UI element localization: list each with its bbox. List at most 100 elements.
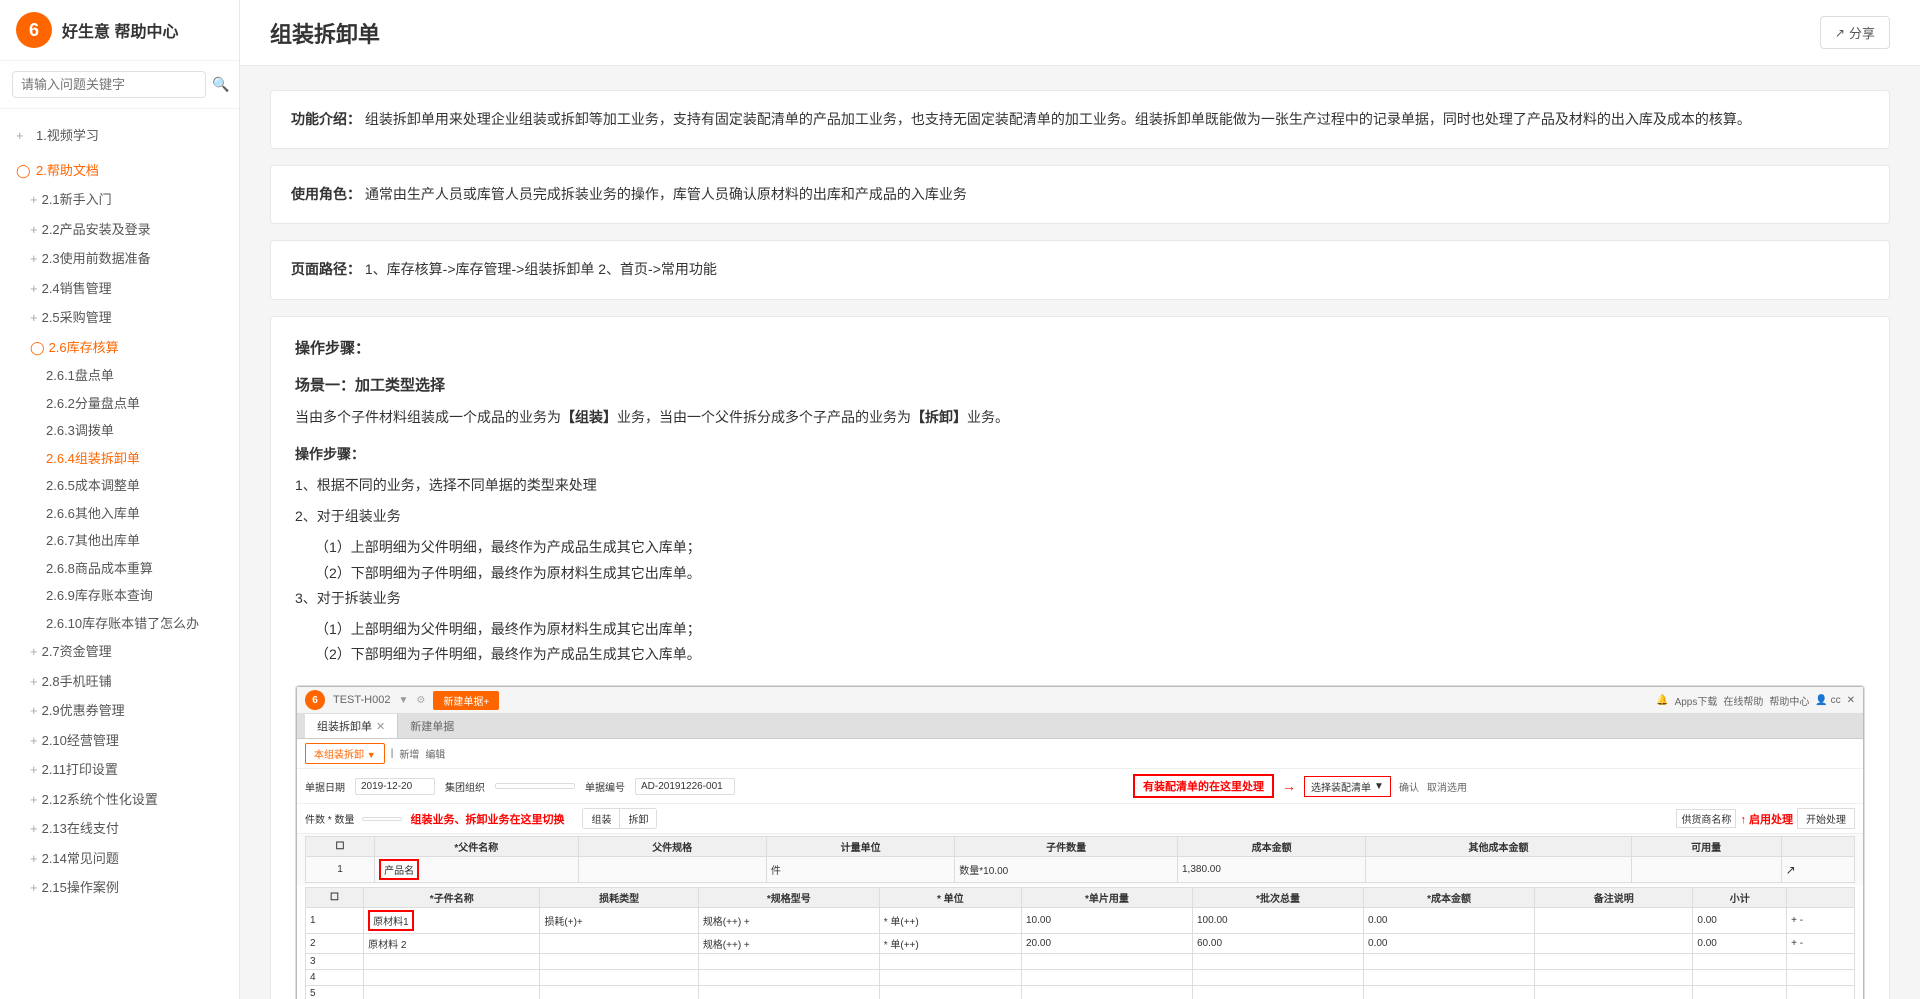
sim-lcell-sub-1: 0.00	[1693, 908, 1787, 934]
sim-qty-field[interactable]	[362, 817, 402, 821]
share-button[interactable]: ↗ 分享	[1820, 16, 1890, 49]
step1: 1、根据不同的业务，选择不同单据的类型来处理	[295, 473, 1865, 498]
sidebar-item-account-error[interactable]: 2.6.10库存账本错了怎么办	[46, 610, 239, 638]
sidebar-item-print[interactable]: +2.11打印设置	[30, 755, 239, 785]
sidebar-item-video[interactable]: + 1.视频学习	[0, 119, 239, 150]
sim-btn-confirm-bom[interactable]: 确认	[1399, 779, 1419, 794]
sim-type-disassembly[interactable]: 拆卸	[620, 809, 656, 828]
app-title: 好生意 帮助中心	[62, 18, 178, 42]
sim-th-cost2: 其他成本金额	[1366, 837, 1631, 857]
sim-logo: 6	[305, 690, 325, 710]
sim-lth-subtotal: 小计	[1693, 888, 1787, 908]
sidebar-item-faq[interactable]: +2.14常见问题	[30, 844, 239, 874]
sim-tab-assembly[interactable]: 组装拆卸单 ✕	[305, 714, 398, 738]
sidebar-item-purchase[interactable]: +2.5采购管理	[30, 303, 239, 333]
sidebar-item-online-pay[interactable]: +2.13在线支付	[30, 814, 239, 844]
sim-dropdown-icon: ▼	[398, 695, 408, 706]
sim-btn-assembly-type[interactable]: 本组装拆卸 ▼	[305, 743, 385, 764]
annotation-has-bom: 有装配清单的在这里处理	[1133, 774, 1274, 798]
sidebar-item-mobile[interactable]: +2.8手机旺铺	[30, 667, 239, 697]
sim-child-name-highlight[interactable]: 原材料1	[368, 910, 414, 931]
sidebar-item-finance[interactable]: +2.7资金管理	[30, 637, 239, 667]
sim-label-date: 单据日期	[305, 779, 345, 794]
sidebar-item-count[interactable]: 2.6.1盘点单	[46, 362, 239, 390]
search-icon[interactable]: 🔍	[212, 76, 229, 93]
sim-new-doc-btn[interactable]: 新建单据+	[433, 691, 499, 710]
sim-lrow-3: 3	[306, 954, 1855, 970]
sim-expand-icon[interactable]: ↗	[1786, 863, 1796, 877]
sim-row-op-del[interactable]: -	[1800, 915, 1803, 926]
sim-select-bom[interactable]: 选择装配清单 ▼	[1304, 776, 1391, 797]
sim-cell-cost-1: 1,380.00	[1177, 857, 1365, 883]
sim-row-op-del-2[interactable]: -	[1800, 938, 1803, 949]
sim-lcell-spec-1: 规格(++) +	[698, 908, 879, 934]
sim-btn-start[interactable]: 开始处理	[1797, 808, 1855, 829]
sidebar-item-inventory[interactable]: ◯2.6库存核算	[30, 333, 239, 363]
sim-lcell-cost-3	[1364, 954, 1535, 970]
sidebar-item-cost-calc[interactable]: 2.6.8商品成本重算	[46, 555, 239, 583]
sidebar-item-other-in[interactable]: 2.6.6其他入库单	[46, 500, 239, 528]
intro-block: 功能介绍： 组装拆卸单用来处理企业组装或拆卸等加工业务，支持有固定装配清单的产品…	[270, 90, 1890, 149]
sidebar-item-assembly[interactable]: 2.6.4组装拆卸单	[46, 445, 239, 473]
sidebar-item-split-count[interactable]: 2.6.2分量盘点单	[46, 390, 239, 418]
sim-notification: 🔔	[1656, 695, 1668, 706]
sim-lth-unit: * 单位	[879, 888, 1021, 908]
sim-lcell-note-3	[1535, 954, 1693, 970]
sidebar-item-coupon[interactable]: +2.9优惠券管理	[30, 696, 239, 726]
sim-settings-icon: ⚙	[416, 695, 425, 706]
share-icon: ↗	[1835, 26, 1845, 40]
sim-lcell-check-1: 1	[306, 908, 364, 934]
sidebar-item-data-prep[interactable]: +2.3使用前数据准备	[30, 244, 239, 274]
sim-enable-input[interactable]: 供货商名称	[1676, 809, 1736, 828]
annotation-type-switch: 组装业务、拆卸业务在这里切换	[410, 811, 564, 827]
sidebar: 6 好生意 帮助中心 🔍 + 1.视频学习 ◯ 2.帮助文档 +2.1新手入门	[0, 0, 240, 999]
sim-avatar: 👤 cc	[1815, 695, 1840, 706]
sim-date-field[interactable]: 2019-12-20	[355, 778, 435, 795]
ops-steps-heading: 操作步骤：	[295, 442, 1865, 467]
sim-lcell-cost-1: 0.00	[1364, 908, 1535, 934]
scene1-heading: 场景一：加工类型选择	[295, 374, 1865, 395]
sim-select-bom-label: 选择装配清单	[1311, 779, 1371, 794]
sim-tab-new[interactable]: 新建单据	[398, 714, 466, 738]
path-block: 页面路径： 1、库存核算->库存管理->组装拆卸单 2、首页->常用功能	[270, 240, 1890, 299]
sim-btn-edit[interactable]: 编辑	[425, 746, 445, 761]
sim-th-actions	[1781, 837, 1854, 857]
sim-lcell-qty-3	[1021, 954, 1192, 970]
sim-btn-cancel-bom[interactable]: 取消选用	[1427, 779, 1467, 794]
sidebar-item-sales[interactable]: +2.4销售管理	[30, 274, 239, 304]
sidebar-item-operation[interactable]: +2.10经营管理	[30, 726, 239, 756]
sim-row-op-add[interactable]: +	[1791, 915, 1797, 926]
sim-docno-field[interactable]: AD-20191226-001	[635, 778, 735, 795]
sidebar-item-stock-query[interactable]: 2.6.9库存账本查询	[46, 582, 239, 610]
role-block: 使用角色： 通常由生产人员或库管人员完成拆装业务的操作，库管人员确认原材料的出库…	[270, 165, 1890, 224]
sim-th-sku: 父件规格	[578, 837, 766, 857]
sidebar-item-cost-adjust[interactable]: 2.6.5成本调整单	[46, 472, 239, 500]
sim-lcell-unit-2: * 单(++)	[879, 934, 1021, 954]
sim-lcell-ops-2: + -	[1787, 934, 1855, 954]
sim-label-deptname: 集团组织	[445, 779, 485, 794]
sim-enable-area: 供货商名称 ↑ 启用处理 开始处理	[1676, 808, 1855, 829]
sim-name-field-highlight[interactable]: 产品名	[379, 859, 419, 880]
path-text: 1、库存核算->库存管理->组装拆卸单 2、首页->常用功能	[365, 261, 717, 277]
search-input[interactable]	[12, 71, 206, 98]
sim-help: 在线帮助	[1723, 693, 1763, 708]
sidebar-item-cases[interactable]: +2.15操作案例	[30, 873, 239, 903]
sim-close[interactable]: ✕	[1847, 695, 1855, 706]
sidebar-item-other-out[interactable]: 2.6.7其他出库单	[46, 527, 239, 555]
role-label: 使用角色：	[291, 186, 361, 202]
sidebar-item-settings[interactable]: +2.12系统个性化设置	[30, 785, 239, 815]
sim-cell-name-1: 产品名	[375, 857, 578, 883]
sim-type-assembly[interactable]: 组装	[583, 809, 620, 828]
sidebar-item-transfer[interactable]: 2.6.3调拨单	[46, 417, 239, 445]
sim-btn-add[interactable]: 新增	[399, 746, 419, 761]
sidebar-header: 6 好生意 帮助中心	[0, 0, 239, 61]
sim-lcell-name-2: 原材料 2	[364, 934, 540, 954]
page-title: 组装拆卸单	[270, 17, 380, 49]
sidebar-item-docs[interactable]: ◯ 2.帮助文档	[0, 154, 239, 185]
sim-row-op-add-2[interactable]: +	[1791, 938, 1797, 949]
sim-lcell-total-3	[1193, 954, 1364, 970]
sim-upper-table: ☐ *父件名称 父件规格 计量单位 子件数量 成本金额 其他成本金额 可用量	[305, 836, 1855, 883]
sidebar-item-install[interactable]: +2.2产品安装及登录	[30, 215, 239, 245]
sim-dept-field[interactable]	[495, 783, 575, 789]
sidebar-item-new-user[interactable]: +2.1新手入门	[30, 185, 239, 215]
